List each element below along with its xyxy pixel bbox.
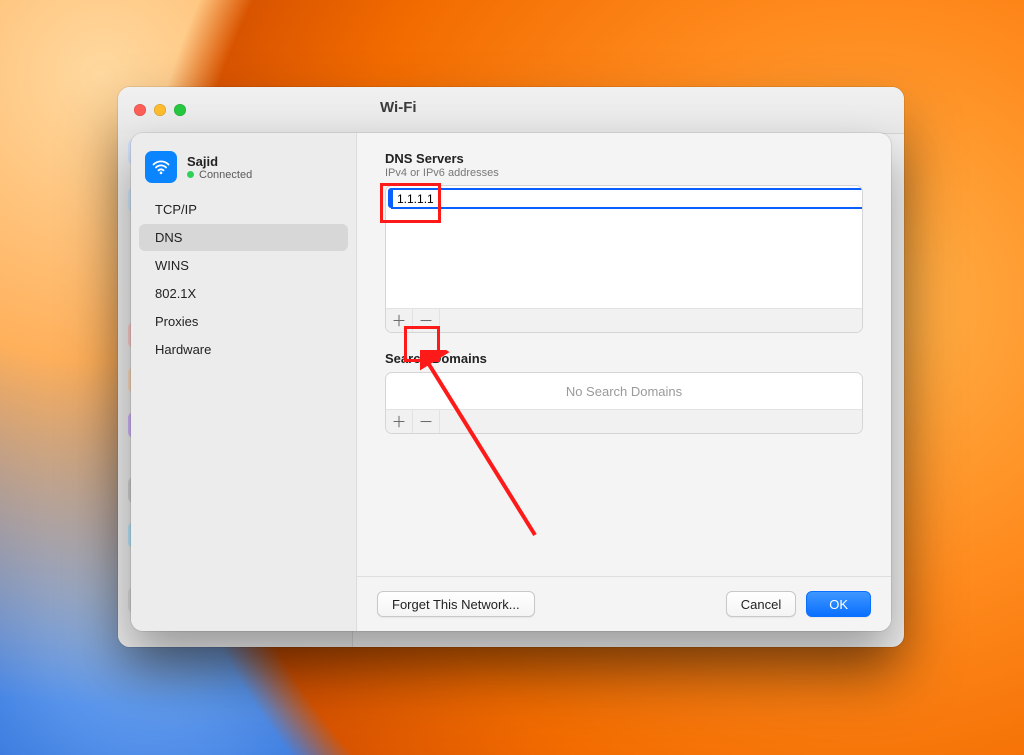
sheet-sidebar: Sajid Connected TCP/IP DNS WINS 802.1X P… bbox=[131, 133, 357, 631]
dns-servers-list[interactable]: ＋ － bbox=[385, 185, 863, 333]
dns-add-button[interactable]: ＋ bbox=[386, 309, 413, 332]
search-domains-title: Search Domains bbox=[385, 351, 863, 366]
cancel-button[interactable]: Cancel bbox=[726, 591, 796, 617]
traffic-lights bbox=[134, 104, 186, 116]
status-dot-icon bbox=[187, 171, 194, 178]
search-domains-footer: ＋ － bbox=[386, 409, 862, 433]
network-details-sheet: Sajid Connected TCP/IP DNS WINS 802.1X P… bbox=[131, 133, 891, 631]
tab-8021x[interactable]: 802.1X bbox=[139, 280, 348, 307]
dns-list-footer: ＋ － bbox=[386, 308, 862, 332]
dns-remove-button[interactable]: － bbox=[413, 309, 440, 332]
sheet-footer: Forget This Network... Cancel OK bbox=[357, 576, 891, 631]
ok-button[interactable]: OK bbox=[806, 591, 871, 617]
search-domains-list[interactable]: No Search Domains ＋ － bbox=[385, 372, 863, 434]
tab-dns[interactable]: DNS bbox=[139, 224, 348, 251]
dns-servers-title: DNS Servers bbox=[385, 151, 863, 166]
close-window-button[interactable] bbox=[134, 104, 146, 116]
dns-servers-subtitle: IPv4 or IPv6 addresses bbox=[385, 167, 863, 179]
wifi-icon bbox=[145, 151, 177, 183]
tab-hardware[interactable]: Hardware bbox=[139, 336, 348, 363]
dns-entry-row[interactable] bbox=[388, 188, 860, 208]
forget-network-button[interactable]: Forget This Network... bbox=[377, 591, 535, 617]
network-status-label: Connected bbox=[199, 169, 252, 181]
search-domains-placeholder: No Search Domains bbox=[386, 373, 862, 410]
tab-proxies[interactable]: Proxies bbox=[139, 308, 348, 335]
search-domain-add-button[interactable]: ＋ bbox=[386, 410, 413, 433]
dns-entry-input[interactable] bbox=[392, 189, 863, 208]
tab-tcpip[interactable]: TCP/IP bbox=[139, 196, 348, 223]
network-header: Sajid Connected bbox=[131, 143, 356, 195]
window-title: Wi-Fi bbox=[380, 99, 417, 116]
network-status: Connected bbox=[187, 169, 252, 181]
search-domain-remove-button[interactable]: － bbox=[413, 410, 440, 433]
network-name: Sajid bbox=[187, 154, 252, 169]
tab-wins[interactable]: WINS bbox=[139, 252, 348, 279]
sheet-main: DNS Servers IPv4 or IPv6 addresses ＋ － S… bbox=[357, 133, 891, 631]
minimize-window-button[interactable] bbox=[154, 104, 166, 116]
titlebar: Wi-Fi bbox=[118, 87, 904, 134]
zoom-window-button[interactable] bbox=[174, 104, 186, 116]
